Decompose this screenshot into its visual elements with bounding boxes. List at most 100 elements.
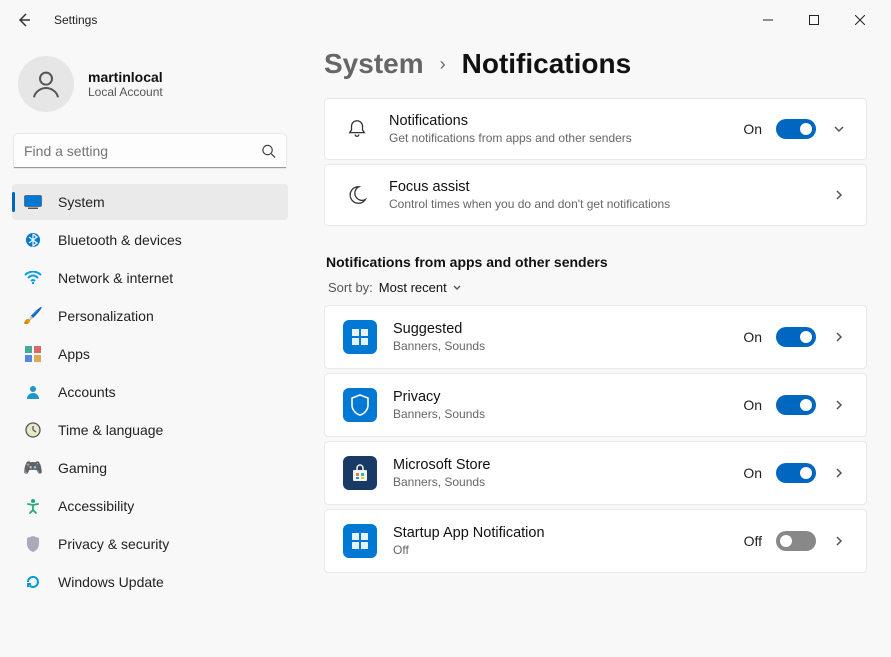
page-title: Notifications	[462, 48, 632, 80]
toggle-label: On	[743, 465, 762, 481]
avatar	[18, 56, 74, 112]
sidebar-item-label: Accounts	[58, 384, 116, 400]
sort-label: Sort by:	[328, 280, 373, 295]
focus-assist-card[interactable]: Focus assist Control times when you do a…	[324, 164, 867, 226]
sidebar: martinlocal Local Account System Bluetoo…	[0, 40, 300, 657]
sidebar-item-gaming[interactable]: 🎮 Gaming	[12, 450, 288, 486]
sidebar-item-privacy[interactable]: Privacy & security	[12, 526, 288, 562]
main-content: System › Notifications Notifications Get…	[300, 40, 891, 657]
notifications-card[interactable]: Notifications Get notifications from app…	[324, 98, 867, 160]
chevron-right-icon	[832, 330, 846, 344]
chevron-right-icon	[832, 398, 846, 412]
clock-icon	[24, 421, 42, 439]
app-name: Suggested	[393, 321, 743, 337]
app-name: Startup App Notification	[393, 525, 744, 541]
user-block[interactable]: martinlocal Local Account	[12, 48, 288, 130]
grid-icon	[350, 531, 370, 551]
app-name: Microsoft Store	[393, 457, 743, 473]
app-icon	[343, 320, 377, 354]
accessibility-icon	[24, 497, 42, 515]
close-icon	[855, 15, 865, 25]
search-icon	[261, 144, 276, 159]
chevron-right-icon	[832, 466, 846, 480]
sidebar-item-bluetooth[interactable]: Bluetooth & devices	[12, 222, 288, 258]
person-icon	[24, 383, 42, 401]
notifications-toggle[interactable]	[776, 119, 816, 139]
sidebar-item-label: Windows Update	[58, 574, 164, 590]
app-toggle[interactable]	[776, 463, 816, 483]
section-header: Notifications from apps and other sender…	[326, 254, 867, 270]
sidebar-item-label: Bluetooth & devices	[58, 232, 182, 248]
bell-icon	[343, 115, 371, 143]
gamepad-icon: 🎮	[24, 459, 42, 477]
open-button[interactable]	[830, 188, 848, 202]
open-button[interactable]	[830, 534, 848, 548]
sort-dropdown[interactable]: Most recent	[379, 280, 463, 295]
window-title: Settings	[54, 13, 97, 27]
chevron-right-icon	[832, 534, 846, 548]
wifi-icon	[24, 269, 42, 287]
search-input[interactable]	[14, 134, 286, 168]
app-card-startup[interactable]: Startup App Notification Off Off	[324, 509, 867, 573]
sidebar-item-apps[interactable]: Apps	[12, 336, 288, 372]
toggle-label: Off	[744, 533, 762, 549]
open-button[interactable]	[830, 398, 848, 412]
sidebar-item-personalization[interactable]: 🖌️ Personalization	[12, 298, 288, 334]
sidebar-item-time[interactable]: Time & language	[12, 412, 288, 448]
app-card-suggested[interactable]: Suggested Banners, Sounds On	[324, 305, 867, 369]
sidebar-item-label: Accessibility	[58, 498, 134, 514]
sidebar-item-update[interactable]: Windows Update	[12, 564, 288, 600]
shield-icon	[350, 394, 370, 416]
sort-control: Sort by: Most recent	[328, 280, 867, 295]
breadcrumb: System › Notifications	[324, 48, 867, 80]
app-toggle[interactable]	[776, 395, 816, 415]
app-name: Privacy	[393, 389, 743, 405]
minimize-button[interactable]	[745, 4, 791, 36]
user-name: martinlocal	[88, 69, 163, 85]
toggle-label: On	[743, 121, 762, 137]
breadcrumb-parent[interactable]: System	[324, 48, 424, 80]
maximize-button[interactable]	[791, 4, 837, 36]
app-sub: Banners, Sounds	[393, 407, 743, 421]
open-button[interactable]	[830, 466, 848, 480]
app-icon	[343, 456, 377, 490]
app-toggle[interactable]	[776, 531, 816, 551]
chevron-right-icon: ›	[440, 54, 446, 75]
window-controls	[745, 4, 883, 36]
close-button[interactable]	[837, 4, 883, 36]
app-card-privacy[interactable]: Privacy Banners, Sounds On	[324, 373, 867, 437]
apps-icon	[24, 345, 42, 363]
card-title: Notifications	[389, 113, 743, 129]
sidebar-item-accessibility[interactable]: Accessibility	[12, 488, 288, 524]
sidebar-item-accounts[interactable]: Accounts	[12, 374, 288, 410]
sidebar-item-label: System	[58, 194, 105, 210]
user-sub: Local Account	[88, 85, 163, 99]
minimize-icon	[763, 15, 773, 25]
sidebar-item-system[interactable]: System	[12, 184, 288, 220]
app-card-store[interactable]: Microsoft Store Banners, Sounds On	[324, 441, 867, 505]
app-toggle[interactable]	[776, 327, 816, 347]
card-sub: Control times when you do and don't get …	[389, 197, 830, 211]
card-sub: Get notifications from apps and other se…	[389, 131, 743, 145]
app-icon	[343, 388, 377, 422]
back-button[interactable]	[8, 4, 40, 36]
store-icon	[350, 463, 370, 483]
sort-value: Most recent	[379, 280, 447, 295]
app-sub: Banners, Sounds	[393, 475, 743, 489]
card-title: Focus assist	[389, 179, 830, 195]
sidebar-item-network[interactable]: Network & internet	[12, 260, 288, 296]
grid-icon	[350, 327, 370, 347]
app-sub: Off	[393, 543, 744, 557]
search-box	[14, 134, 286, 168]
brush-icon: 🖌️	[24, 307, 42, 325]
titlebar: Settings	[0, 0, 891, 40]
nav: System Bluetooth & devices Network & int…	[12, 184, 288, 600]
display-icon	[24, 193, 42, 211]
bluetooth-icon	[24, 231, 42, 249]
sidebar-item-label: Network & internet	[58, 270, 173, 286]
expand-button[interactable]	[830, 122, 848, 136]
open-button[interactable]	[830, 330, 848, 344]
sidebar-item-label: Privacy & security	[58, 536, 169, 552]
chevron-down-icon	[451, 282, 463, 294]
moon-icon	[343, 181, 371, 209]
